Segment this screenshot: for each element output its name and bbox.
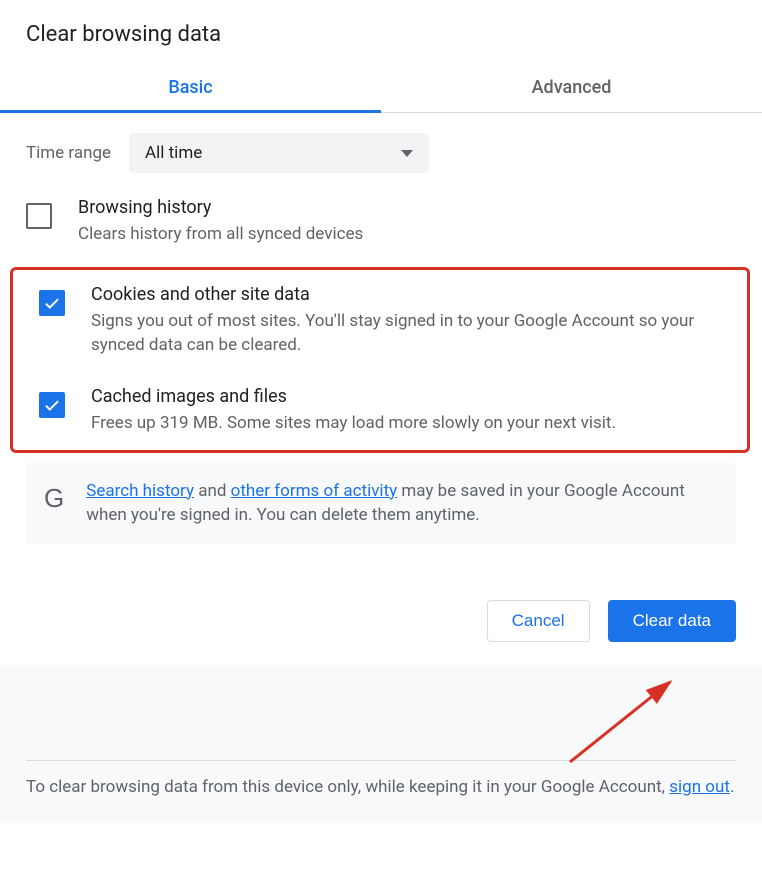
option-title: Browsing history [78, 197, 736, 218]
search-history-link[interactable]: Search history [86, 481, 194, 501]
footer-buttons: Cancel Clear data [0, 578, 762, 664]
option-desc: Signs you out of most sites. You'll stay… [91, 309, 721, 358]
divider [26, 760, 736, 761]
option-desc: Clears history from all synced devices [78, 222, 736, 247]
footer-end: . [730, 777, 734, 797]
footer-text: To clear browsing data from this device … [26, 777, 669, 797]
dialog-tabs: Basic Advanced [0, 65, 762, 113]
tab-basic[interactable]: Basic [0, 65, 381, 112]
checkbox-cookies[interactable] [39, 290, 65, 316]
option-desc: Frees up 319 MB. Some sites may load mor… [91, 411, 721, 436]
bottom-section: To clear browsing data from this device … [0, 664, 762, 823]
time-range-value: All time [145, 143, 202, 163]
option-cookies: Cookies and other site data Signs you ou… [13, 270, 747, 372]
option-title: Cookies and other site data [91, 284, 721, 305]
time-range-select[interactable]: All time [129, 133, 429, 173]
highlight-annotation: Cookies and other site data Signs you ou… [10, 267, 750, 453]
time-range-row: Time range All time [0, 113, 762, 183]
checkbox-cached[interactable] [39, 392, 65, 418]
other-forms-link[interactable]: other forms of activity [231, 481, 398, 501]
time-range-label: Time range [26, 143, 111, 163]
dialog-title: Clear browsing data [0, 0, 762, 65]
option-browsing-history: Browsing history Clears history from all… [0, 183, 762, 261]
cancel-button[interactable]: Cancel [487, 600, 590, 642]
clear-data-button[interactable]: Clear data [608, 600, 736, 642]
google-account-notice: G Search history and other forms of acti… [26, 463, 736, 544]
tab-advanced[interactable]: Advanced [381, 65, 762, 112]
sign-out-link[interactable]: sign out [669, 777, 730, 797]
notice-conj: and [194, 481, 231, 501]
option-title: Cached images and files [91, 386, 721, 407]
option-cached: Cached images and files Frees up 319 MB.… [13, 372, 747, 450]
checkbox-browsing-history[interactable] [26, 203, 52, 229]
scroll-area[interactable]: Time range All time Browsing history Cle… [0, 113, 762, 578]
google-g-icon: G [44, 483, 64, 514]
chevron-down-icon [401, 150, 413, 157]
